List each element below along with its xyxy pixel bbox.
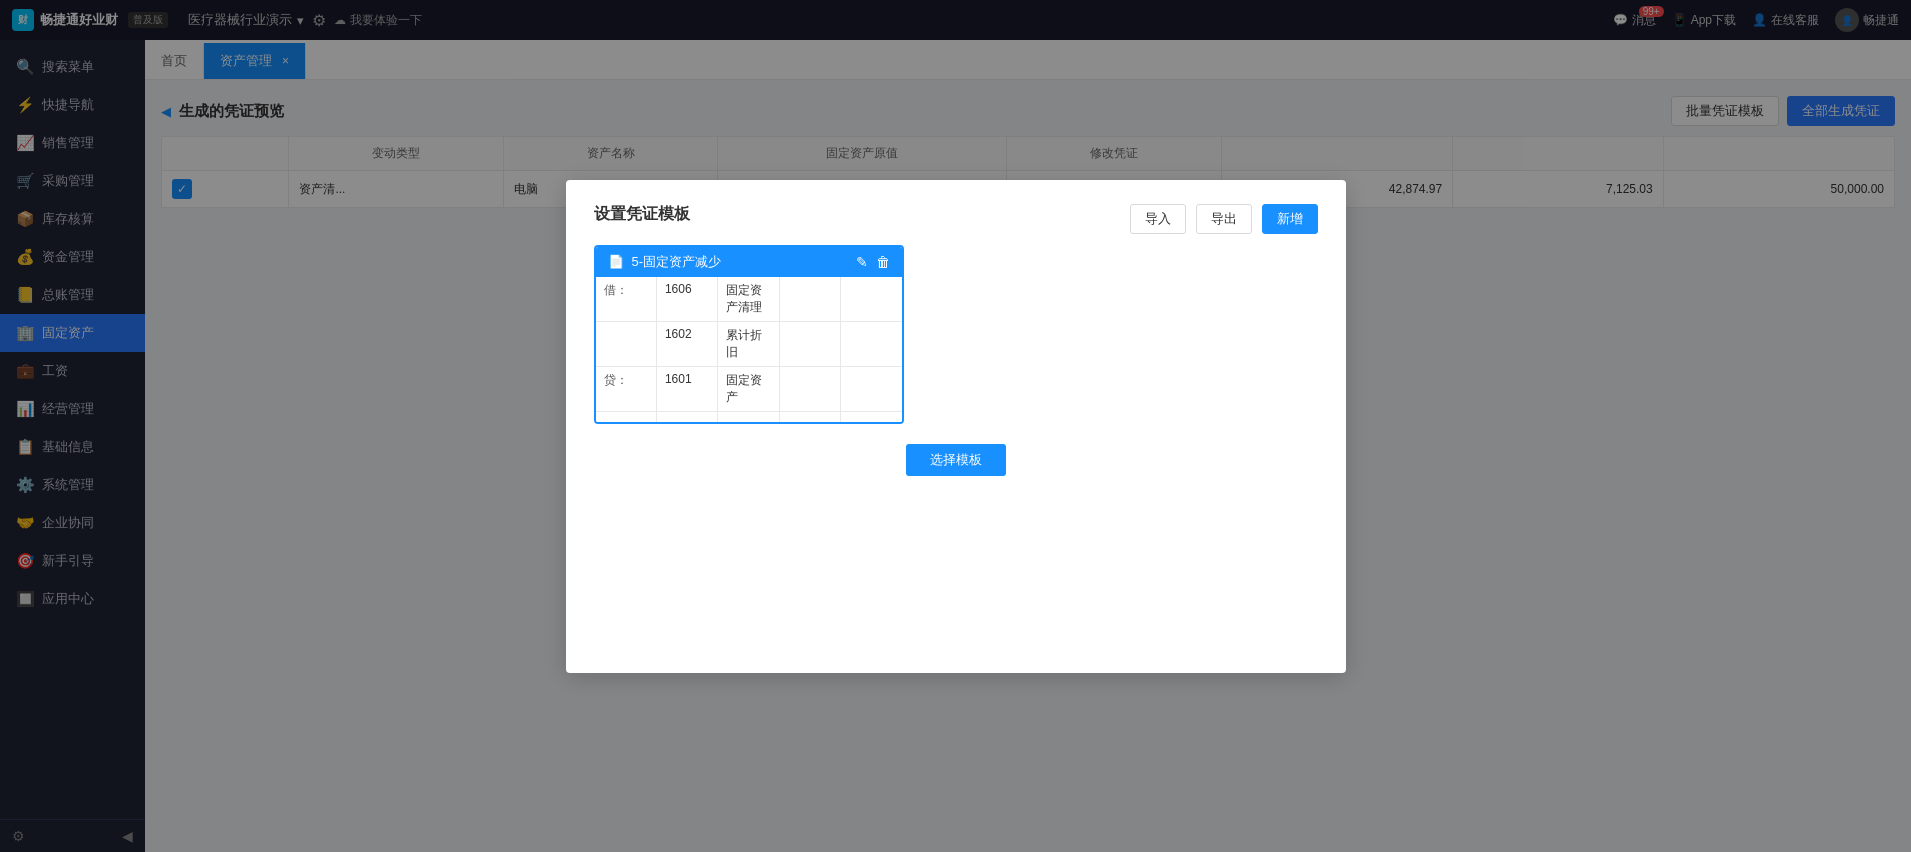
entry-code-1: 1606 (657, 277, 718, 321)
entry-credit-4 (841, 412, 901, 422)
template-card-header: 📄 5-固定资产减少 ✎ 🗑 (596, 247, 902, 277)
template-edit-icon[interactable]: ✎ (856, 254, 868, 270)
modal-toolbar: 导入 导出 新增 (1130, 204, 1318, 234)
template-doc-icon: 📄 (608, 254, 624, 269)
entry-code-4 (657, 412, 718, 422)
template-card-body: 借： 1606 固定资产清理 1602 累计折旧 贷： (596, 277, 902, 422)
template-entry-row-3: 贷： 1601 固定资产 (596, 367, 902, 412)
template-entry-row-2: 1602 累计折旧 (596, 322, 902, 367)
entry-type-4 (596, 412, 657, 422)
template-card: 📄 5-固定资产减少 ✎ 🗑 借： 1606 固定资产清理 (594, 245, 904, 424)
entry-credit-2 (841, 322, 901, 366)
template-header-left: 📄 5-固定资产减少 (608, 253, 722, 271)
entry-account-1: 固定资产清理 (718, 277, 779, 321)
export-button[interactable]: 导出 (1196, 204, 1252, 234)
entry-debit-1 (780, 277, 841, 321)
modal-overlay: 设置凭证模板 × 导入 导出 新增 📄 5-固定资产减少 ✎ 🗑 (0, 0, 1911, 852)
modal-dialog: 设置凭证模板 × 导入 导出 新增 📄 5-固定资产减少 ✎ 🗑 (566, 180, 1346, 673)
entry-type-1: 借： (596, 277, 657, 321)
entry-debit-3 (780, 367, 841, 411)
modal-body: 📄 5-固定资产减少 ✎ 🗑 借： 1606 固定资产清理 (594, 245, 1318, 645)
modal-title: 设置凭证模板 (594, 204, 690, 225)
entry-account-2: 累计折旧 (718, 322, 779, 366)
template-entry-row-4 (596, 412, 902, 422)
new-template-button[interactable]: 新增 (1262, 204, 1318, 234)
entry-account-3: 固定资产 (718, 367, 779, 411)
template-delete-icon[interactable]: 🗑 (876, 254, 890, 270)
entry-type-2 (596, 322, 657, 366)
entry-debit-4 (780, 412, 841, 422)
import-button[interactable]: 导入 (1130, 204, 1186, 234)
entry-type-3: 贷： (596, 367, 657, 411)
entry-code-2: 1602 (657, 322, 718, 366)
template-entry-row-1: 借： 1606 固定资产清理 (596, 277, 902, 322)
entry-debit-2 (780, 322, 841, 366)
template-header-actions: ✎ 🗑 (856, 254, 890, 270)
entry-code-3: 1601 (657, 367, 718, 411)
template-name: 5-固定资产减少 (632, 253, 722, 271)
entry-credit-3 (841, 367, 901, 411)
entry-credit-1 (841, 277, 901, 321)
select-template-button[interactable]: 选择模板 (906, 444, 1006, 476)
entry-account-4 (718, 412, 779, 422)
